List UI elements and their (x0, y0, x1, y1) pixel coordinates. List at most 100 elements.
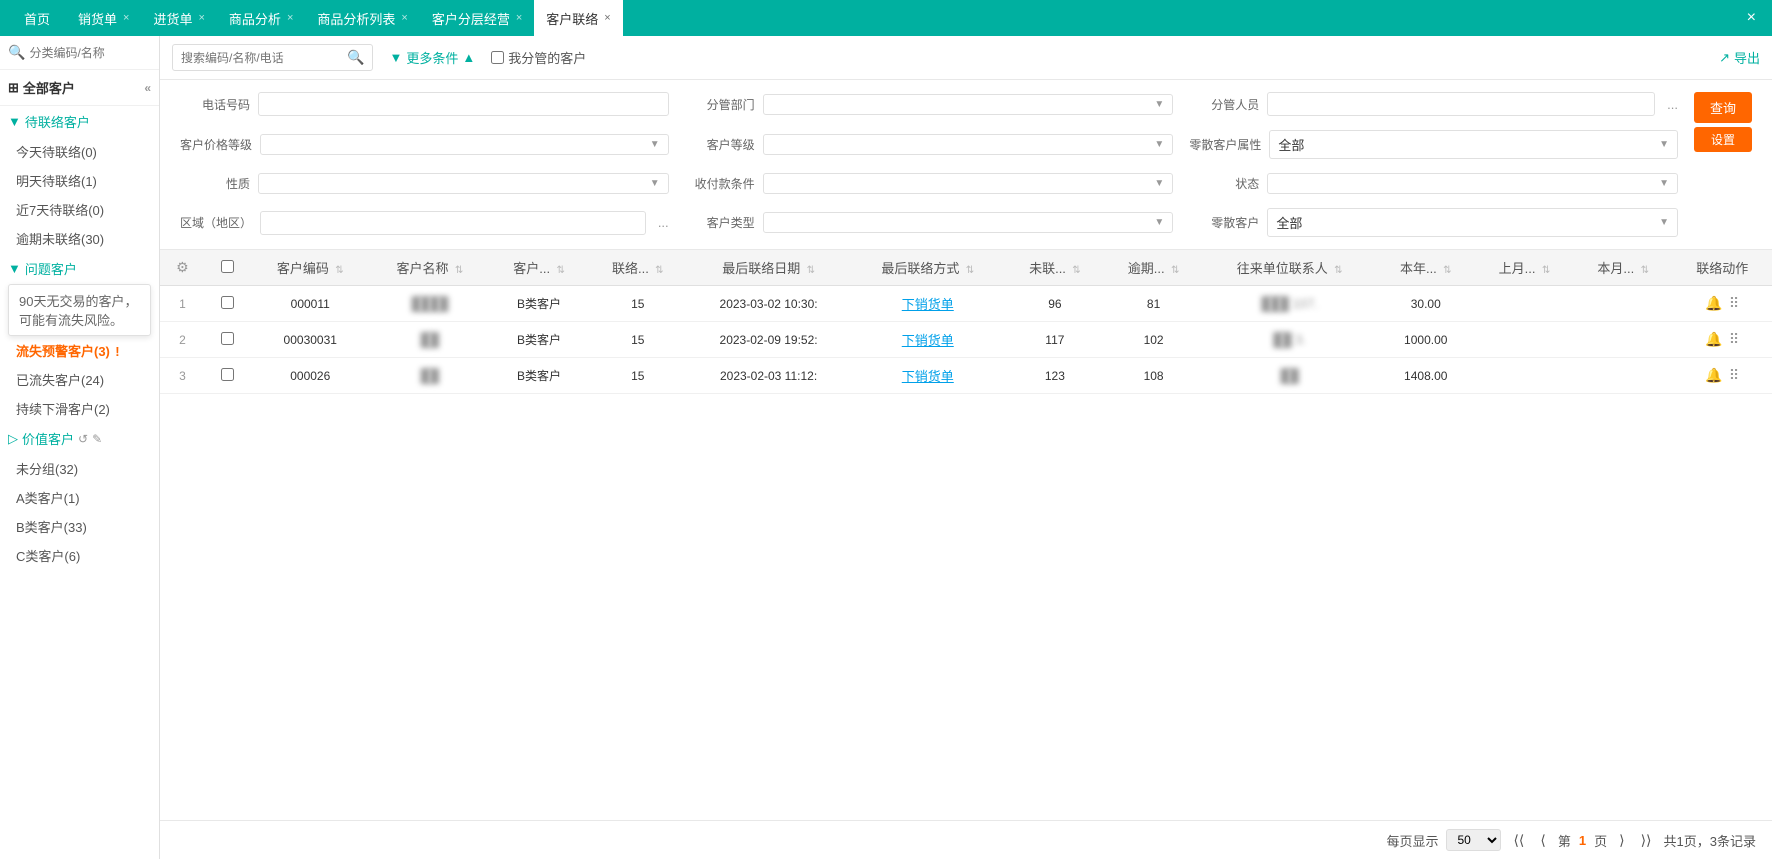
select-all-checkbox[interactable] (221, 260, 234, 273)
sort-overdue-icon[interactable]: ⇅ (1171, 265, 1179, 276)
row-action-more-icon[interactable]: ⠿ (1729, 295, 1739, 312)
sidebar-group-value[interactable]: ▷ 价值客户 ↺ ✎ (0, 423, 159, 454)
export-button[interactable]: ↗ 导出 (1719, 48, 1760, 67)
filter-customer-grade-select[interactable]: ▼ (763, 134, 1174, 155)
nav-customer-tier-close[interactable]: × (516, 12, 522, 24)
sort-contact-icon[interactable]: ⇅ (655, 265, 663, 276)
row-action-contact-icon[interactable]: 🔔 (1705, 295, 1722, 312)
filter-manager-dots[interactable]: ... (1667, 97, 1678, 112)
sort-this-month-icon[interactable]: ⇅ (1641, 265, 1649, 276)
nav-analysis-close[interactable]: × (287, 12, 293, 24)
filter-manager-input[interactable] (1267, 92, 1655, 116)
nav-tab-home[interactable]: 首页 (8, 0, 66, 36)
nav-purchase-close[interactable]: × (198, 12, 204, 24)
filter-price-grade-select[interactable]: ▼ (260, 134, 669, 155)
filter-nature-select[interactable]: ▼ (258, 173, 669, 194)
per-page-select[interactable]: 50 100 200 (1446, 829, 1501, 851)
nav-analysis-list-close[interactable]: × (401, 12, 407, 24)
row-select-checkbox[interactable] (221, 368, 234, 381)
nav-tab-sales[interactable]: 销货单 × (66, 0, 141, 36)
sidebar-item-declining[interactable]: 持续下滑客户(2) (0, 394, 159, 423)
total-records: 共1页，3条记录 (1664, 831, 1756, 850)
row-last-method[interactable]: 下销货单 (850, 286, 1006, 322)
nav-tab-purchase[interactable]: 进货单 × (141, 0, 216, 36)
filter-scatter-customer-select[interactable]: 全部 ▼ (1267, 208, 1678, 237)
sidebar-item-classA[interactable]: A类客户(1) (0, 483, 159, 512)
row-select-checkbox[interactable] (221, 332, 234, 345)
prev-page-button[interactable]: ⟨ (1536, 830, 1549, 851)
query-button[interactable]: 查询 (1694, 92, 1752, 123)
nav-customer-contact-close[interactable]: × (604, 12, 610, 24)
sort-last-method-icon[interactable]: ⇅ (966, 265, 974, 276)
nav-tab-customer-contact[interactable]: 客户联络 × (534, 0, 622, 36)
row-last-date: 2023-02-03 11:12: (687, 358, 850, 394)
more-filters-button[interactable]: ▼ 更多条件 ▲ (381, 44, 483, 71)
my-customers-check[interactable] (491, 51, 504, 64)
sidebar-group-churn[interactable]: ▼ 问题客户 (0, 253, 159, 284)
row-overdue: 108 (1104, 358, 1203, 394)
row-checkbox[interactable] (205, 322, 251, 358)
row-checkbox[interactable] (205, 358, 251, 394)
nav-tab-customer-tier[interactable]: 客户分层经营 × (420, 0, 534, 36)
sort-type-icon[interactable]: ⇅ (556, 265, 564, 276)
sidebar-group-pending-contact[interactable]: ▼ 待联络客户 (0, 106, 159, 137)
sidebar-item-overdue-contact[interactable]: 逾期未联络(30) (0, 224, 159, 253)
filter-status-select[interactable]: ▼ (1267, 173, 1678, 194)
window-close-button[interactable]: × (1739, 9, 1764, 27)
sidebar-item-classB[interactable]: B类客户(33) (0, 512, 159, 541)
nav-sales-close[interactable]: × (123, 12, 129, 24)
row-select-checkbox[interactable] (221, 296, 234, 309)
filter-dept-select[interactable]: ▼ (763, 94, 1174, 115)
row-checkbox[interactable] (205, 286, 251, 322)
row-last-method-link[interactable]: 下销货单 (902, 369, 954, 384)
toolbar-search-icon[interactable]: 🔍 (347, 49, 364, 66)
sort-not-contacted-icon[interactable]: ⇅ (1072, 265, 1080, 276)
sort-code-icon[interactable]: ⇅ (335, 265, 343, 276)
row-action-contact-icon[interactable]: 🔔 (1705, 367, 1722, 384)
last-page-button[interactable]: ⟩⟩ (1637, 830, 1656, 851)
sidebar-item-declining-label: 持续下滑客户(2) (16, 402, 110, 417)
collapse-button[interactable]: « (144, 81, 151, 95)
sidebar-item-ungrouped[interactable]: 未分组(32) (0, 454, 159, 483)
next-page-button[interactable]: ⟩ (1615, 830, 1628, 851)
table-area: ⚙ 客户编码 ⇅ 客户名称 ⇅ (160, 250, 1772, 820)
sort-name-icon[interactable]: ⇅ (455, 265, 463, 276)
row-action-more-icon[interactable]: ⠿ (1729, 331, 1739, 348)
filter-scatter-attr-select[interactable]: 全部 ▼ (1269, 130, 1678, 159)
sidebar-item-today[interactable]: 今天待联络(0) (0, 137, 159, 166)
filter-payment-select[interactable]: ▼ (763, 173, 1174, 194)
sort-contact-person-icon[interactable]: ⇅ (1334, 265, 1342, 276)
col-checkbox[interactable] (205, 250, 251, 286)
col-gear[interactable]: ⚙ (160, 250, 205, 286)
filter-region-dots[interactable]: ... (658, 215, 669, 230)
row-action-more-icon[interactable]: ⠿ (1729, 367, 1739, 384)
row-last-method[interactable]: 下销货单 (850, 322, 1006, 358)
sort-this-year-icon[interactable]: ⇅ (1443, 265, 1451, 276)
gear-icon[interactable]: ⚙ (176, 259, 189, 275)
toolbar-search-input[interactable] (181, 51, 341, 65)
refresh-icon[interactable]: ↺ (78, 432, 88, 446)
sidebar-all-customers[interactable]: ⊞ 全部客户 « (0, 70, 159, 106)
col-overdue: 逾期... ⇅ (1104, 250, 1203, 286)
sidebar-item-tomorrow[interactable]: 明天待联络(1) (0, 166, 159, 195)
sort-last-date-icon[interactable]: ⇅ (807, 265, 815, 276)
edit-icon[interactable]: ✎ (92, 432, 102, 446)
row-last-method-link[interactable]: 下销货单 (902, 333, 954, 348)
nav-tab-analysis-list[interactable]: 商品分析列表 × (305, 0, 419, 36)
sort-last-month-icon[interactable]: ⇅ (1542, 265, 1550, 276)
first-page-button[interactable]: ⟨⟨ (1509, 830, 1528, 851)
row-last-method-link[interactable]: 下销货单 (902, 297, 954, 312)
sidebar-item-churned[interactable]: 已流失客户(24) (0, 365, 159, 394)
row-action-contact-icon[interactable]: 🔔 (1705, 331, 1722, 348)
filter-customer-type-select[interactable]: ▼ (763, 212, 1174, 233)
sidebar-item-classC[interactable]: C类客户(6) (0, 541, 159, 570)
filter-phone-input[interactable] (258, 92, 669, 116)
sidebar-item-week[interactable]: 近7天待联络(0) (0, 195, 159, 224)
my-customers-checkbox[interactable]: 我分管的客户 (491, 48, 586, 67)
nav-tab-analysis[interactable]: 商品分析 × (217, 0, 305, 36)
sidebar-item-churn-warning[interactable]: 流失预警客户(3) ! (0, 336, 159, 365)
sidebar-search-input[interactable] (29, 46, 160, 60)
filter-region-input[interactable] (260, 211, 646, 235)
row-last-method[interactable]: 下销货单 (850, 358, 1006, 394)
settings-button[interactable]: 设置 (1694, 127, 1752, 152)
